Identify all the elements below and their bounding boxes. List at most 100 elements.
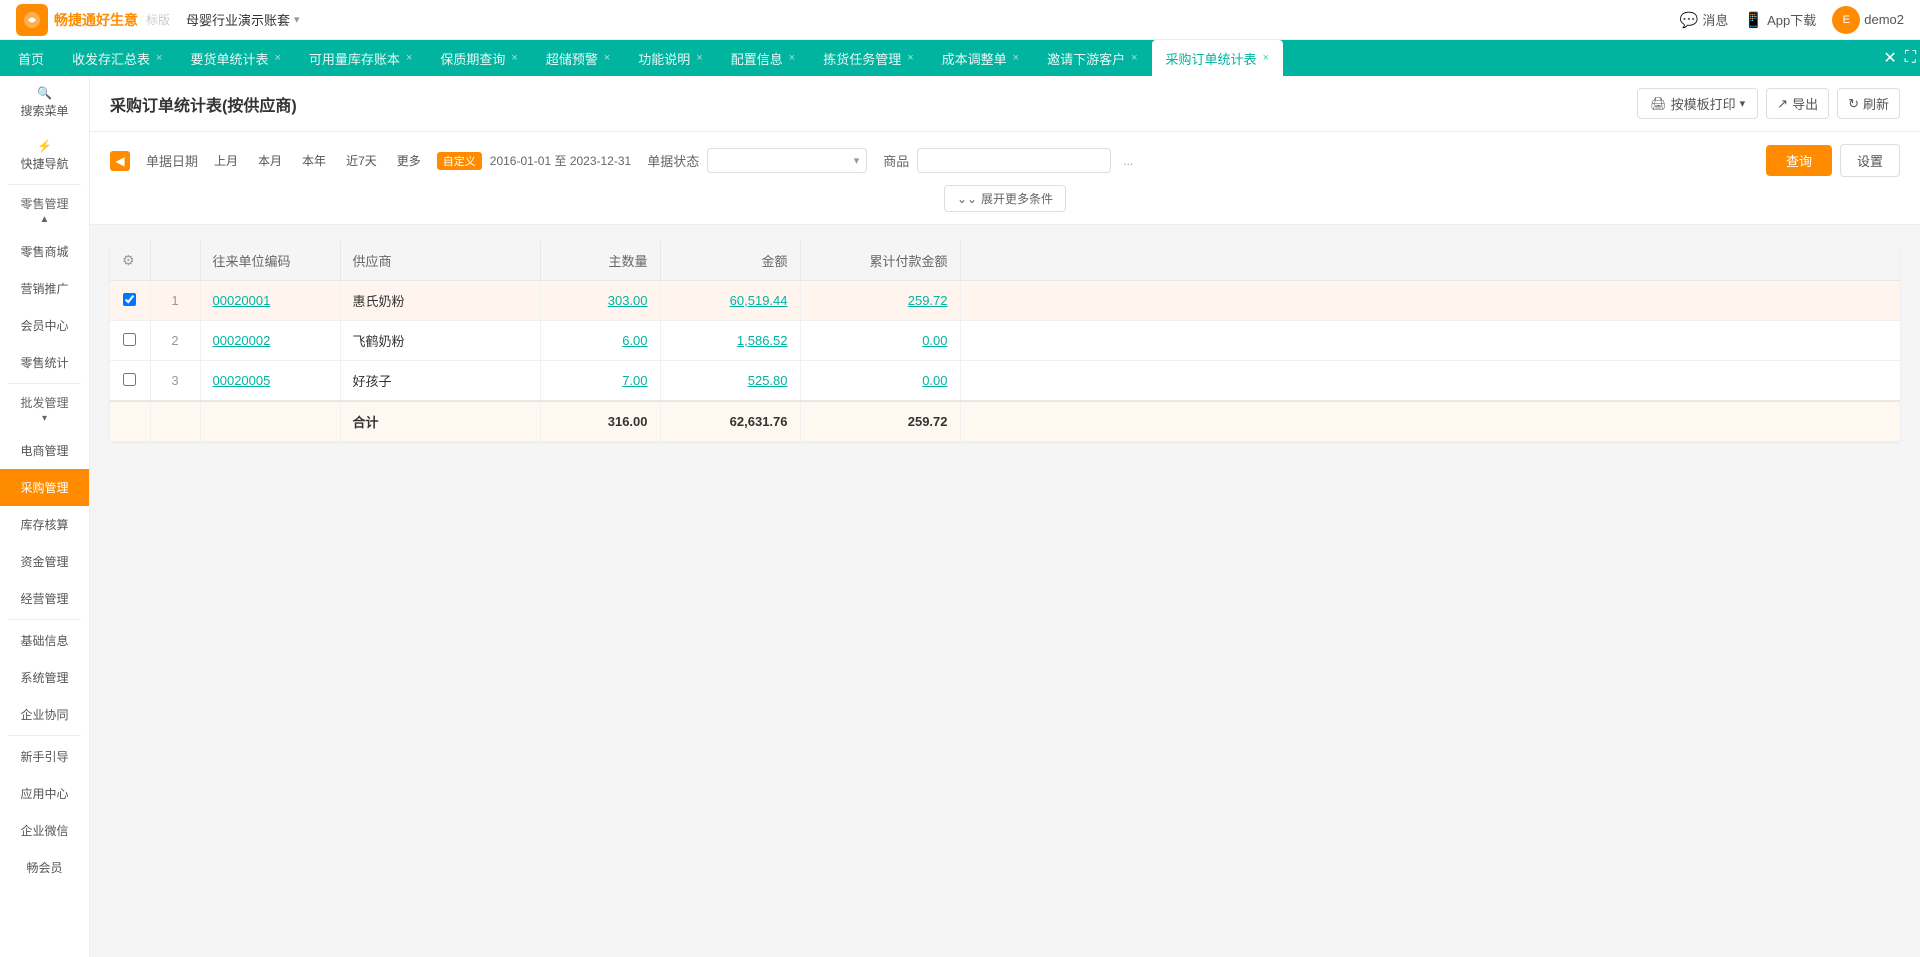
- tab-purchase-summary-close[interactable]: ×: [1263, 52, 1269, 64]
- tab-available-inventory-close[interactable]: ×: [406, 52, 412, 64]
- row3-amount-link[interactable]: 525.80: [748, 373, 788, 388]
- table-row[interactable]: 3 00020005 好孩子 7.00 525.80 0.00: [110, 361, 1900, 402]
- expand-row: ⌄⌄ 展开更多条件: [110, 185, 1900, 212]
- row1-checkbox[interactable]: [110, 281, 150, 321]
- goods-input[interactable]: [917, 148, 1111, 173]
- sidebar-item-enterprise-wechat[interactable]: 企业微信: [0, 812, 89, 849]
- tab-invite-downstream-close[interactable]: ×: [1131, 52, 1137, 64]
- shortcut-this-month[interactable]: 本月: [250, 150, 290, 171]
- row2-qty-link[interactable]: 6.00: [622, 333, 647, 348]
- tab-order-summary-close[interactable]: ×: [274, 52, 280, 64]
- sidebar-item-operation[interactable]: 经营管理: [0, 580, 89, 617]
- btn-export[interactable]: ↗ 导出: [1766, 88, 1829, 119]
- tab-pick-task[interactable]: 拣货任务管理 ×: [809, 40, 927, 76]
- table-row[interactable]: 2 00020002 飞鹤奶粉 6.00 1,586.52 0.00: [110, 321, 1900, 361]
- tab-cost-adjust-close[interactable]: ×: [1013, 52, 1019, 64]
- tab-receive-summary[interactable]: 收发存汇总表 ×: [58, 40, 176, 76]
- expand-btn[interactable]: ⌄⌄ 展开更多条件: [944, 185, 1066, 212]
- row3-code-link[interactable]: 00020005: [213, 373, 271, 388]
- sidebar-item-enterprise-collab[interactable]: 企业协同: [0, 696, 89, 733]
- btn-refresh[interactable]: ↻ 刷新: [1837, 88, 1900, 119]
- table-footer: 合计 316.00 62,631.76 259.72: [110, 401, 1900, 442]
- sidebar-item-marketing[interactable]: 营销推广: [0, 270, 89, 307]
- row3-check[interactable]: [123, 373, 136, 386]
- sidebar-item-app-center[interactable]: 应用中心: [0, 775, 89, 812]
- th-settings[interactable]: ⚙: [110, 241, 150, 281]
- app-download-action[interactable]: 📱 App下载: [1744, 10, 1816, 29]
- btn-template[interactable]: 🖨 按模板打印 ▾: [1637, 88, 1758, 119]
- row1-paid-link[interactable]: 259.72: [908, 293, 948, 308]
- tab-invite-downstream[interactable]: 邀请下游客户 ×: [1033, 40, 1151, 76]
- settings-icon[interactable]: ⚙: [122, 252, 135, 268]
- goods-more-link[interactable]: ...: [1123, 154, 1133, 168]
- btn-filter-settings[interactable]: 设置: [1840, 144, 1900, 177]
- sidebar-item-new-guide[interactable]: 新手引导: [0, 738, 89, 775]
- sidebar-item-finance[interactable]: 资金管理: [0, 543, 89, 580]
- sidebar-item-ecommerce[interactable]: 电商管理: [0, 432, 89, 469]
- shortcut-last-month[interactable]: 上月: [206, 150, 246, 171]
- shortcut-more[interactable]: 更多: [389, 150, 429, 171]
- sidebar-item-system[interactable]: 系统管理: [0, 659, 89, 696]
- row2-check[interactable]: [123, 333, 136, 346]
- message-action[interactable]: 💬 消息: [1680, 10, 1729, 29]
- row2-code-link[interactable]: 00020002: [213, 333, 271, 348]
- tab-purchase-summary[interactable]: 采购订单统计表 ×: [1152, 40, 1283, 76]
- user-action[interactable]: E demo2: [1832, 6, 1904, 34]
- sidebar-item-retail-shop[interactable]: 零售商城: [0, 233, 89, 270]
- sidebar-item-basic-info[interactable]: 基础信息: [0, 622, 89, 659]
- tab-function-desc[interactable]: 功能说明 ×: [624, 40, 716, 76]
- tab-home[interactable]: 首页: [4, 40, 58, 76]
- row3-qty-link[interactable]: 7.00: [622, 373, 647, 388]
- logo-icon: [16, 4, 48, 36]
- tab-config-info-label: 配置信息: [731, 49, 783, 68]
- btn-query[interactable]: 查询: [1766, 145, 1832, 176]
- sidebar-item-purchase-manage[interactable]: 采购管理: [0, 469, 89, 506]
- row1-amount-link[interactable]: 60,519.44: [730, 293, 788, 308]
- sidebar-item-wholesale-manage[interactable]: 批发管理 ▾: [0, 386, 89, 432]
- row1-qty-link[interactable]: 303.00: [608, 293, 648, 308]
- sidebar-divider-3: [8, 619, 81, 620]
- tab-order-summary[interactable]: 要货单统计表 ×: [176, 40, 294, 76]
- tab-overstock[interactable]: 超储预警 ×: [532, 40, 624, 76]
- row1-code-link[interactable]: 00020001: [213, 293, 271, 308]
- tab-config-info[interactable]: 配置信息 ×: [717, 40, 809, 76]
- sidebar-item-inventory-check[interactable]: 库存核算: [0, 506, 89, 543]
- collapse-btn[interactable]: ◀: [110, 151, 130, 171]
- table-row[interactable]: 1 00020001 惠氏奶粉 303.00 60,519.44 259.72: [110, 281, 1900, 321]
- shortcut-this-year[interactable]: 本年: [294, 150, 334, 171]
- status-select[interactable]: [707, 148, 867, 173]
- table-area: ⚙ 往来单位编码 供应商 主数量 金额: [90, 225, 1920, 458]
- filter-area: ◀ 单据日期 上月 本月 本年 近7天 更多 自定义 2016-01-01 至 …: [90, 132, 1920, 225]
- tab-overstock-close[interactable]: ×: [604, 52, 610, 64]
- row2-paid-link[interactable]: 0.00: [922, 333, 947, 348]
- sidebar-item-retail-manage[interactable]: 零售管理 ▲: [0, 187, 89, 233]
- tab-warranty[interactable]: 保质期查询 ×: [426, 40, 531, 76]
- sidebar-divider-2: [8, 383, 81, 384]
- row3-checkbox[interactable]: [110, 361, 150, 402]
- th-paid: 累计付款金额: [800, 241, 960, 281]
- tab-cost-adjust[interactable]: 成本调整单 ×: [928, 40, 1033, 76]
- sidebar-item-search[interactable]: 🔍 搜索菜单: [0, 76, 89, 129]
- row2-amount-link[interactable]: 1,586.52: [737, 333, 788, 348]
- tab-config-info-close[interactable]: ×: [789, 52, 795, 64]
- row3-paid-link[interactable]: 0.00: [922, 373, 947, 388]
- row2-checkbox[interactable]: [110, 321, 150, 361]
- sidebar-item-vip[interactable]: 畅会员: [0, 849, 89, 886]
- tab-receive-summary-close[interactable]: ×: [156, 52, 162, 64]
- sidebar-item-member-center[interactable]: 会员中心: [0, 307, 89, 344]
- row1-num: 1: [150, 281, 200, 321]
- sidebar-item-retail-stats[interactable]: 零售统计: [0, 344, 89, 381]
- close-all-icon[interactable]: ✕: [1883, 48, 1896, 68]
- sidebar-item-quick-nav[interactable]: ⚡ 快捷导航: [0, 129, 89, 182]
- shortcut-7days[interactable]: 近7天: [338, 150, 385, 171]
- row1-check[interactable]: [123, 293, 136, 306]
- maximize-icon[interactable]: ⛶: [1905, 49, 1916, 67]
- tab-warranty-close[interactable]: ×: [511, 52, 517, 64]
- expand-arrow: ⌄⌄: [957, 192, 977, 206]
- tab-function-desc-close[interactable]: ×: [696, 52, 702, 64]
- tab-pick-task-close[interactable]: ×: [907, 52, 913, 64]
- th-supplier: 供应商: [340, 241, 540, 281]
- workspace-selector[interactable]: 母婴行业演示账套 ▾: [178, 6, 308, 33]
- tab-function-desc-label: 功能说明: [638, 49, 690, 68]
- tab-available-inventory[interactable]: 可用量库存账本 ×: [295, 40, 426, 76]
